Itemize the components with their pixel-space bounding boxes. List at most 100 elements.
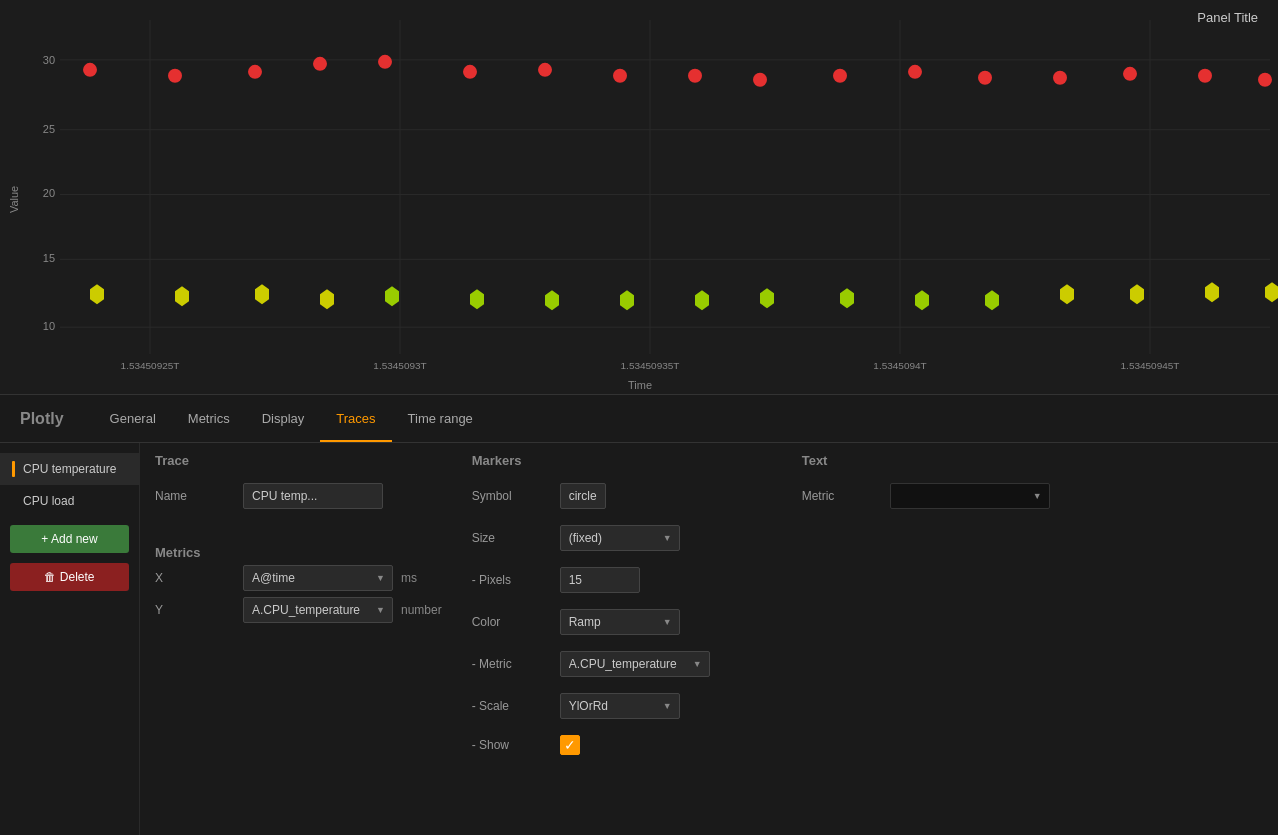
marker-symbol-value: circle: [560, 483, 606, 509]
marker-color-select[interactable]: Ramp: [560, 609, 680, 635]
trace-label-cpu-load: CPU load: [23, 494, 74, 508]
metric-x-select[interactable]: A@time: [243, 565, 393, 591]
markers-title: Markers: [472, 453, 772, 468]
app-label: Plotly: [10, 410, 74, 428]
marker-pixels-input[interactable]: [560, 567, 640, 593]
svg-point-39: [1258, 73, 1272, 87]
svg-point-29: [538, 63, 552, 77]
trace-item-cpu-load[interactable]: CPU load: [0, 485, 139, 517]
tab-time-range[interactable]: Time range: [392, 397, 489, 442]
text-metric-row: Metric: [802, 483, 1082, 509]
svg-text:1.53450945T: 1.53450945T: [1121, 360, 1180, 371]
marker-color-label: Color: [472, 615, 552, 629]
svg-text:1.53450935T: 1.53450935T: [621, 360, 680, 371]
svg-text:Value: Value: [8, 186, 20, 213]
metric-y-unit: number: [401, 603, 442, 617]
svg-rect-0: [0, 0, 1278, 394]
marker-pixels-label: - Pixels: [472, 573, 552, 587]
marker-show-row: - Show ✓: [472, 735, 772, 755]
svg-text:25: 25: [43, 123, 55, 135]
trace-name-input[interactable]: [243, 483, 383, 509]
chart-panel: Panel Title 30 25 20 15 10 Value 1.53450…: [0, 0, 1278, 395]
svg-point-30: [613, 69, 627, 83]
text-metric-select[interactable]: [890, 483, 1050, 509]
metric-x-row: X A@time ms: [155, 565, 442, 591]
marker-metric-select-wrapper: A.CPU_temperature: [560, 651, 710, 677]
marker-color-select-wrapper: Ramp: [560, 609, 680, 635]
tab-general[interactable]: General: [94, 397, 172, 442]
trace-name-row: Name: [155, 483, 442, 509]
markers-section: Markers Symbol circle Size (fixed) - Pix…: [472, 453, 772, 825]
tab-display[interactable]: Display: [246, 397, 321, 442]
panel-title: Panel Title: [1197, 10, 1258, 25]
tab-traces[interactable]: Traces: [320, 397, 391, 442]
svg-text:1.5345093T: 1.5345093T: [373, 360, 426, 371]
metric-x-unit: ms: [401, 571, 417, 585]
metric-y-select[interactable]: A.CPU_temperature: [243, 597, 393, 623]
metric-y-row: Y A.CPU_temperature number: [155, 597, 442, 623]
svg-text:1.5345094T: 1.5345094T: [873, 360, 926, 371]
metric-y-select-wrapper: A.CPU_temperature: [243, 597, 393, 623]
svg-text:15: 15: [43, 252, 55, 264]
svg-point-35: [978, 71, 992, 85]
trace-label-cpu-temp: CPU temperature: [23, 462, 116, 476]
svg-text:30: 30: [43, 54, 55, 66]
text-section-title: Text: [802, 453, 1082, 468]
marker-size-row: Size (fixed): [472, 525, 772, 551]
svg-text:20: 20: [43, 188, 55, 200]
metrics-section-title: Metrics: [155, 545, 442, 560]
svg-text:1.53450925T: 1.53450925T: [121, 360, 180, 371]
inactive-indicator: [12, 493, 15, 509]
svg-point-23: [83, 63, 97, 77]
main-editor: Trace Name Metrics X A@time: [140, 443, 1278, 835]
svg-point-34: [908, 65, 922, 79]
svg-point-32: [753, 73, 767, 87]
marker-scale-select[interactable]: YlOrRd: [560, 693, 680, 719]
active-indicator: [12, 461, 15, 477]
marker-show-checkbox[interactable]: ✓: [560, 735, 580, 755]
marker-scale-select-wrapper: YlOrRd: [560, 693, 680, 719]
marker-metric-select[interactable]: A.CPU_temperature: [560, 651, 710, 677]
metric-x-label: X: [155, 571, 235, 585]
marker-scale-row: - Scale YlOrRd: [472, 693, 772, 719]
text-metric-label: Metric: [802, 489, 882, 503]
svg-point-37: [1123, 67, 1137, 81]
chart-svg: 30 25 20 15 10 Value 1.53450925T 1.53450…: [0, 0, 1278, 394]
trace-section-title: Trace: [155, 453, 442, 468]
svg-point-25: [248, 65, 262, 79]
metric-y-label: Y: [155, 603, 235, 617]
marker-pixels-row: - Pixels: [472, 567, 772, 593]
text-section: Text Metric: [802, 453, 1082, 825]
editor-content: CPU temperature CPU load + Add new 🗑 Del…: [0, 443, 1278, 835]
marker-symbol-label: Symbol: [472, 489, 552, 503]
text-metric-select-wrapper: [890, 483, 1050, 509]
svg-point-28: [463, 65, 477, 79]
marker-color-row: Color Ramp: [472, 609, 772, 635]
svg-point-36: [1053, 71, 1067, 85]
marker-metric-label: - Metric: [472, 657, 552, 671]
marker-scale-label: - Scale: [472, 699, 552, 713]
svg-point-31: [688, 69, 702, 83]
svg-point-27: [378, 55, 392, 69]
delete-button[interactable]: 🗑 Delete: [10, 563, 129, 591]
svg-point-26: [313, 57, 327, 71]
left-sidebar: CPU temperature CPU load + Add new 🗑 Del…: [0, 443, 140, 835]
marker-metric-row: - Metric A.CPU_temperature: [472, 651, 772, 677]
marker-symbol-row: Symbol circle: [472, 483, 772, 509]
trace-item-cpu-temp[interactable]: CPU temperature: [0, 453, 139, 485]
trace-name-label: Name: [155, 489, 235, 503]
svg-text:Time: Time: [628, 379, 652, 391]
svg-text:10: 10: [43, 320, 55, 332]
tab-bar: Plotly General Metrics Display Traces Ti…: [0, 395, 1278, 443]
marker-size-select[interactable]: (fixed): [560, 525, 680, 551]
svg-point-38: [1198, 69, 1212, 83]
svg-point-33: [833, 69, 847, 83]
marker-size-select-wrapper: (fixed): [560, 525, 680, 551]
add-new-button[interactable]: + Add new: [10, 525, 129, 553]
marker-size-label: Size: [472, 531, 552, 545]
svg-point-24: [168, 69, 182, 83]
trace-section: Trace Name Metrics X A@time: [155, 453, 442, 825]
metric-x-select-wrapper: A@time: [243, 565, 393, 591]
editor-area: Plotly General Metrics Display Traces Ti…: [0, 395, 1278, 835]
tab-metrics[interactable]: Metrics: [172, 397, 246, 442]
